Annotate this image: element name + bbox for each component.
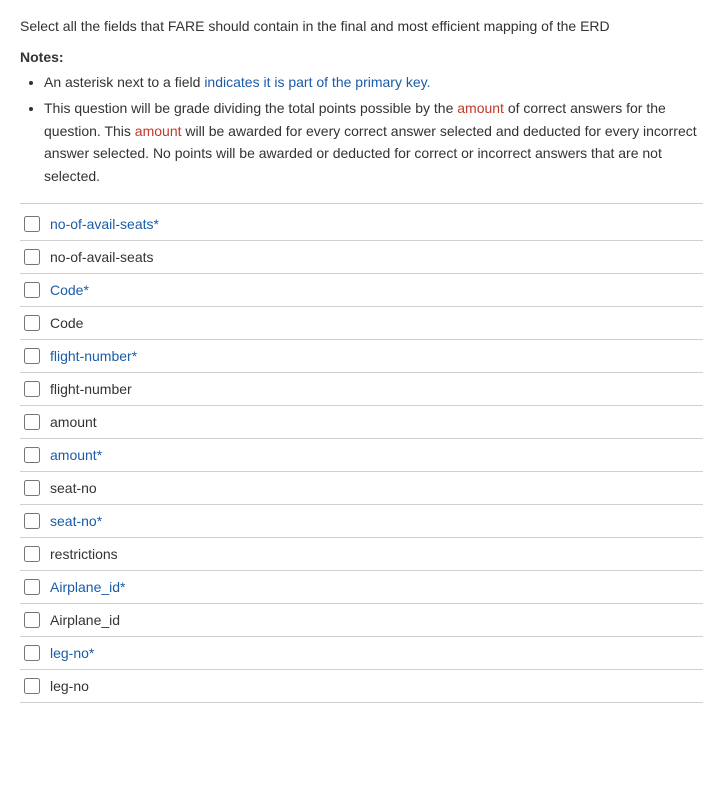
option-label-opt15[interactable]: leg-no xyxy=(50,678,89,694)
option-label-opt7[interactable]: amount xyxy=(50,414,97,430)
note1-plain: An asterisk next to a field xyxy=(44,74,204,90)
option-row-4: Code xyxy=(20,307,703,340)
options-container: no-of-avail-seats* no-of-avail-seats Code*… xyxy=(20,208,703,703)
notes-list: An asterisk next to a field indicates it… xyxy=(20,71,703,187)
notes-label: Notes: xyxy=(20,49,703,65)
checkbox-opt6[interactable] xyxy=(24,381,40,397)
top-divider xyxy=(20,203,703,204)
checkbox-opt5[interactable] xyxy=(24,348,40,364)
option-row-14: leg-no* xyxy=(20,637,703,670)
option-row-6: flight-number xyxy=(20,373,703,406)
option-row-13: Airplane_id xyxy=(20,604,703,637)
checkbox-opt7[interactable] xyxy=(24,414,40,430)
checkbox-opt2[interactable] xyxy=(24,249,40,265)
note-item-2: This question will be grade dividing the… xyxy=(44,97,703,187)
note2-highlight2: amount xyxy=(135,123,182,139)
option-label-opt10[interactable]: seat-no* xyxy=(50,513,102,529)
option-label-opt13[interactable]: Airplane_id xyxy=(50,612,120,628)
option-row-11: restrictions xyxy=(20,538,703,571)
option-label-opt5[interactable]: flight-number* xyxy=(50,348,137,364)
checkbox-opt12[interactable] xyxy=(24,579,40,595)
checkbox-opt1[interactable] xyxy=(24,216,40,232)
option-label-opt11[interactable]: restrictions xyxy=(50,546,118,562)
option-row-10: seat-no* xyxy=(20,505,703,538)
option-row-5: flight-number* xyxy=(20,340,703,373)
option-row-7: amount xyxy=(20,406,703,439)
checkbox-opt3[interactable] xyxy=(24,282,40,298)
checkbox-opt4[interactable] xyxy=(24,315,40,331)
option-label-opt1[interactable]: no-of-avail-seats* xyxy=(50,216,159,232)
option-row-3: Code* xyxy=(20,274,703,307)
option-label-opt3[interactable]: Code* xyxy=(50,282,89,298)
option-row-8: amount* xyxy=(20,439,703,472)
option-label-opt6[interactable]: flight-number xyxy=(50,381,132,397)
option-row-15: leg-no xyxy=(20,670,703,703)
option-label-opt2[interactable]: no-of-avail-seats xyxy=(50,249,154,265)
option-label-opt14[interactable]: leg-no* xyxy=(50,645,94,661)
note-item-1: An asterisk next to a field indicates it… xyxy=(44,71,703,93)
note2-plain1: This question will be grade dividing the… xyxy=(44,100,457,116)
option-row-1: no-of-avail-seats* xyxy=(20,208,703,241)
option-label-opt9[interactable]: seat-no xyxy=(50,480,97,496)
option-label-opt12[interactable]: Airplane_id* xyxy=(50,579,126,595)
option-label-opt8[interactable]: amount* xyxy=(50,447,102,463)
instruction-text: Select all the fields that FARE should c… xyxy=(20,16,703,37)
checkbox-opt10[interactable] xyxy=(24,513,40,529)
option-label-opt4[interactable]: Code xyxy=(50,315,83,331)
note1-highlight: indicates it is part of the primary key. xyxy=(204,74,430,90)
note2-highlight1: amount xyxy=(457,100,504,116)
checkbox-opt9[interactable] xyxy=(24,480,40,496)
checkbox-opt11[interactable] xyxy=(24,546,40,562)
option-row-2: no-of-avail-seats xyxy=(20,241,703,274)
option-row-9: seat-no xyxy=(20,472,703,505)
checkbox-opt8[interactable] xyxy=(24,447,40,463)
checkbox-opt14[interactable] xyxy=(24,645,40,661)
option-row-12: Airplane_id* xyxy=(20,571,703,604)
checkbox-opt13[interactable] xyxy=(24,612,40,628)
checkbox-opt15[interactable] xyxy=(24,678,40,694)
